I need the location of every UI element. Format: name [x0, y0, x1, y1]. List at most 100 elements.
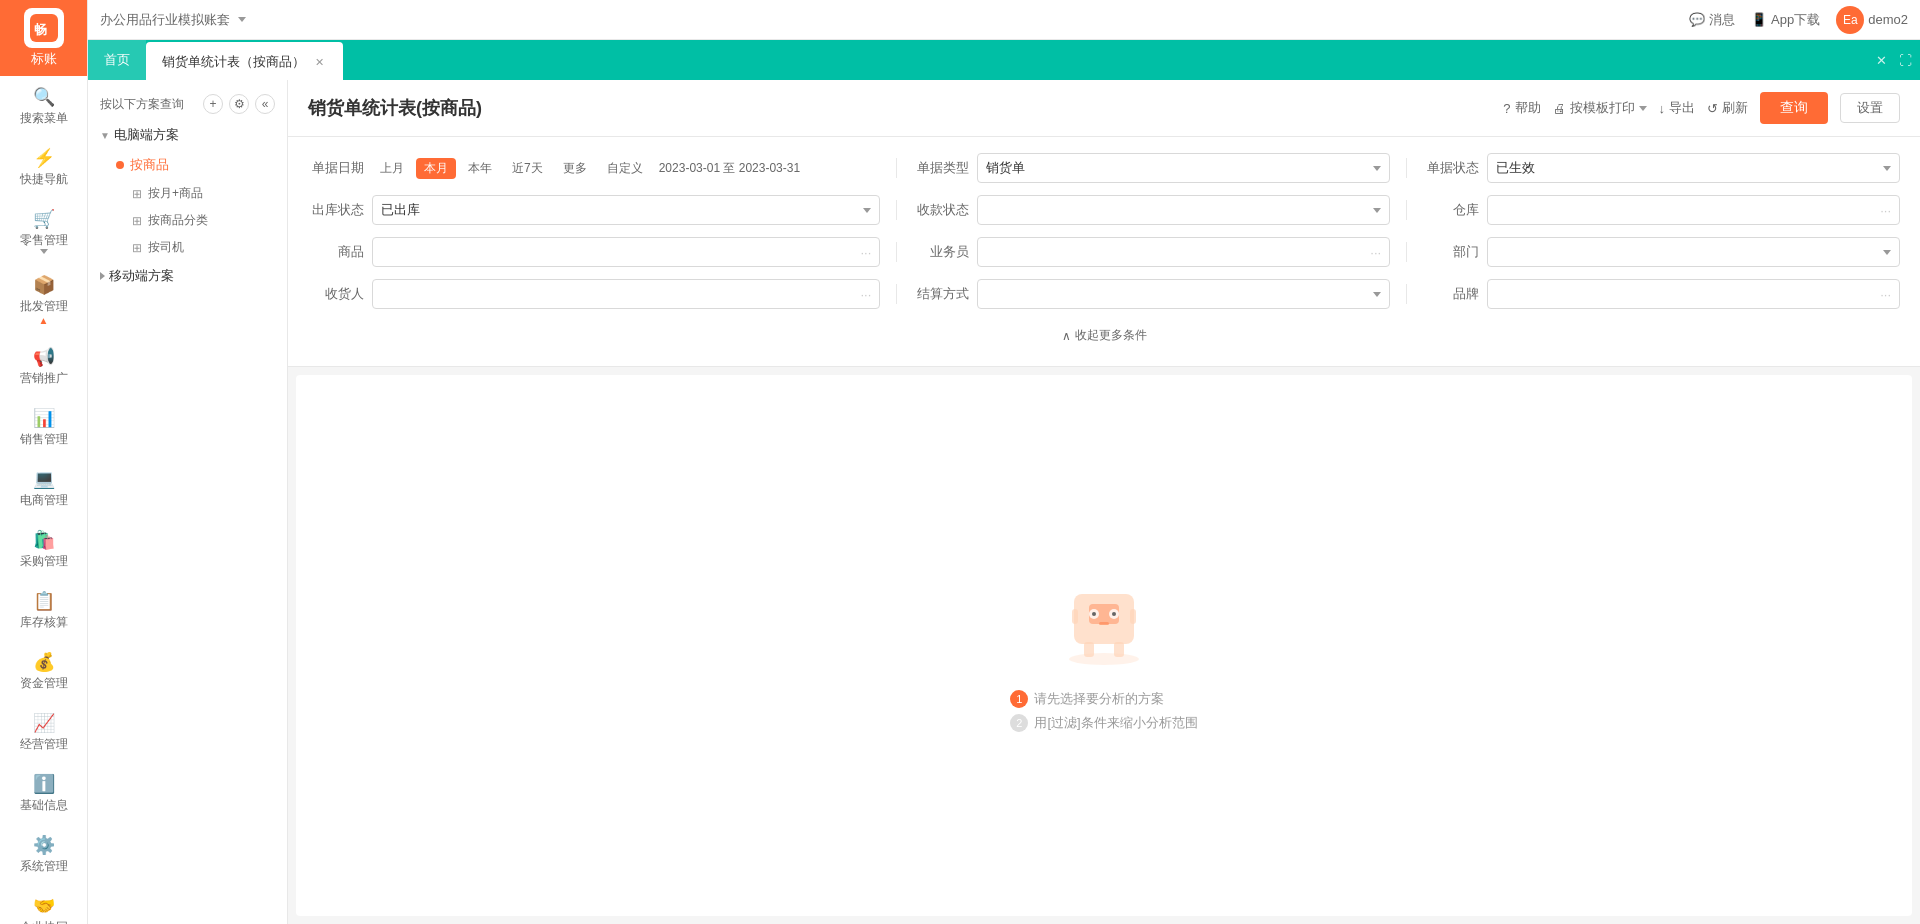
warehouse-input[interactable]: ··· [1487, 195, 1900, 225]
user-profile[interactable]: Ea demo2 [1836, 6, 1908, 34]
status-select[interactable]: 已生效 [1487, 153, 1900, 183]
sidebar-item-finance[interactable]: 💰 资金管理 [0, 641, 87, 702]
filter-row-3: 商品 ··· 业务员 ··· [308, 237, 1900, 267]
date-tab-7days[interactable]: 近7天 [504, 158, 551, 179]
tree-leaf-label: 按商品分类 [148, 212, 208, 229]
tab-report[interactable]: 销货单统计表（按商品） ✕ [146, 42, 343, 82]
leaf-icon-2: ⊞ [132, 214, 142, 228]
sidebar-item-label: 系统管理 [20, 858, 68, 875]
help-btn[interactable]: ? 帮助 [1503, 99, 1540, 117]
finance-icon: 💰 [33, 651, 55, 673]
payment-method-dropdown-icon [1373, 292, 1381, 297]
date-tab-custom[interactable]: 自定义 [599, 158, 651, 179]
wholesale-icon: 📦 [33, 274, 55, 296]
tab-expand-icon[interactable]: ⛶ [1899, 53, 1912, 68]
tree-leaf-driver[interactable]: ⊞ 按司机 [88, 234, 287, 261]
sidebar-item-marketing[interactable]: 📢 营销推广 [0, 336, 87, 397]
tab-close-icon[interactable]: ✕ [311, 54, 327, 70]
tab-home[interactable]: 首页 [88, 40, 146, 80]
filter-doctype: 单据类型 销货单 [913, 153, 1390, 183]
right-panel: 销货单统计表(按商品) ? 帮助 🖨 按模板打印 ↓ 导出 [288, 80, 1920, 924]
collapse-label: 收起更多条件 [1075, 327, 1147, 344]
doctype-select[interactable]: 销货单 [977, 153, 1390, 183]
tree-parent-mobile[interactable]: 移动端方案 [88, 261, 287, 291]
sidebar-item-inventory[interactable]: 📋 库存核算 [0, 580, 87, 641]
export-btn[interactable]: ↓ 导出 [1659, 99, 1696, 117]
sidebar-item-basic[interactable]: ℹ️ 基础信息 [0, 763, 87, 824]
date-tab-more[interactable]: 更多 [555, 158, 595, 179]
doctype-dropdown-icon [1373, 166, 1381, 171]
sidebar-item-retail[interactable]: 🛒 零售管理 [0, 198, 87, 264]
sidebar-item-operations[interactable]: 📈 经营管理 [0, 702, 87, 763]
left-panel: 按以下方案查询 + ⚙ « ▼ 电脑端方案 按商品 [88, 80, 288, 924]
sidebar-item-label: 零售管理 [20, 232, 68, 249]
divider-1 [896, 158, 897, 178]
goods-dots-icon: ··· [860, 245, 871, 260]
print-btn[interactable]: 🖨 按模板打印 [1553, 99, 1647, 117]
sidebar-item-label: 快捷导航 [20, 171, 68, 188]
date-range-value: 2023-03-01 至 2023-03-31 [659, 160, 800, 177]
system-icon: ⚙️ [33, 834, 55, 856]
panel-settings-btn[interactable]: ⚙ [229, 94, 249, 114]
header-left: 办公用品行业模拟账套 [100, 11, 246, 29]
tab-bar: 首页 销货单统计表（按商品） ✕ ✕ ⛶ [88, 40, 1920, 80]
date-tabs: 上月 本月 本年 近7天 更多 自定义 [372, 158, 651, 179]
app-download-btn[interactable]: 📱 App下载 [1751, 11, 1820, 29]
sidebar-item-sales[interactable]: 📊 销售管理 [0, 397, 87, 458]
tip-text-2: 用[过滤]条件来缩小分析范围 [1034, 714, 1197, 732]
tip-num-2: 2 [1010, 714, 1028, 732]
dept-label: 部门 [1423, 243, 1479, 261]
sidebar-item-collab[interactable]: 🤝 企业协同 [0, 885, 87, 924]
payment-status-select[interactable] [977, 195, 1390, 225]
user-avatar: Ea [1836, 6, 1864, 34]
print-label: 按模板打印 [1570, 99, 1635, 117]
message-btn[interactable]: 💬 消息 [1689, 11, 1735, 29]
industry-label: 办公用品行业模拟账套 [100, 11, 230, 29]
sidebar-item-quicknav[interactable]: ⚡ 快捷导航 [0, 137, 87, 198]
tree-leaf-label: 按月+商品 [148, 185, 203, 202]
tree-parent-pc[interactable]: ▼ 电脑端方案 [88, 120, 287, 150]
salesperson-label: 业务员 [913, 243, 969, 261]
tip-num-1: 1 [1010, 690, 1028, 708]
marketing-icon: 📢 [33, 346, 55, 368]
svg-rect-10 [1130, 609, 1136, 624]
sidebar-item-search[interactable]: 🔍 搜索菜单 [0, 76, 87, 137]
tab-report-label: 销货单统计表（按商品） [162, 53, 305, 71]
panel-collapse-btn[interactable]: « [255, 94, 275, 114]
salesperson-input[interactable]: ··· [977, 237, 1390, 267]
collapse-btn[interactable]: ∧ 收起更多条件 [308, 321, 1900, 350]
divider-5 [896, 242, 897, 262]
date-tab-lastmonth[interactable]: 上月 [372, 158, 412, 179]
app-logo[interactable]: 畅 标账 [0, 0, 87, 76]
sidebar-item-label: 批发管理 [20, 298, 68, 315]
sidebar-item-label: 搜索菜单 [20, 110, 68, 127]
brand-input[interactable]: ··· [1487, 279, 1900, 309]
tree-leaf-category[interactable]: ⊞ 按商品分类 [88, 207, 287, 234]
sidebar-item-ecommerce[interactable]: 💻 电商管理 [0, 458, 87, 519]
filter-dept: 部门 [1423, 237, 1900, 267]
date-tab-thisyear[interactable]: 本年 [460, 158, 500, 179]
empty-tip-2: 2 用[过滤]条件来缩小分析范围 [1010, 714, 1197, 732]
query-button[interactable]: 查询 [1760, 92, 1828, 124]
recipient-input[interactable]: ··· [372, 279, 880, 309]
industry-dropdown-icon[interactable] [238, 17, 246, 22]
tab-minimize-icon[interactable]: ✕ [1876, 53, 1887, 68]
dept-select[interactable] [1487, 237, 1900, 267]
refresh-btn[interactable]: ↺ 刷新 [1707, 99, 1748, 117]
panel-add-btn[interactable]: + [203, 94, 223, 114]
warehouse-status-select[interactable]: 已出库 [372, 195, 880, 225]
retail-icon: 🛒 [33, 208, 55, 230]
sidebar-item-purchase[interactable]: 🛍️ 采购管理 [0, 519, 87, 580]
tree-leaf-monthgood[interactable]: ⊞ 按月+商品 [88, 180, 287, 207]
payment-method-label: 结算方式 [913, 285, 969, 303]
tree-arrow-mobile-icon [100, 272, 105, 280]
sidebar-item-system[interactable]: ⚙️ 系统管理 [0, 824, 87, 885]
payment-method-select[interactable] [977, 279, 1390, 309]
tree-child-bygood[interactable]: 按商品 [88, 150, 287, 180]
sidebar-item-label: 资金管理 [20, 675, 68, 692]
settings-button[interactable]: 设置 [1840, 93, 1900, 123]
print-icon: 🖨 [1553, 101, 1566, 116]
goods-input[interactable]: ··· [372, 237, 880, 267]
date-tab-thismonth[interactable]: 本月 [416, 158, 456, 179]
sidebar-item-wholesale[interactable]: 📦 批发管理 ▲ [0, 264, 87, 336]
